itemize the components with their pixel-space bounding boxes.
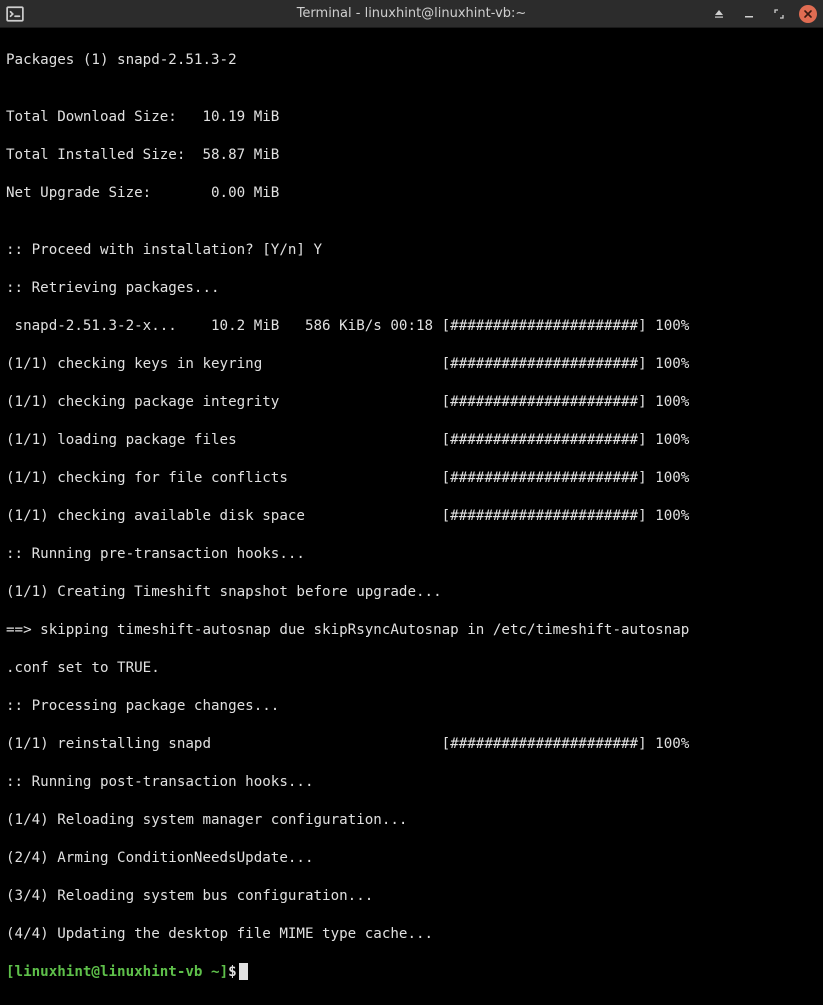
window-title: Terminal - linuxhint@linuxhint-vb:~ bbox=[0, 6, 823, 21]
cursor bbox=[239, 963, 248, 980]
output-line: (1/1) loading package files [###########… bbox=[6, 431, 817, 450]
output-line: (1/4) Reloading system manager configura… bbox=[6, 811, 817, 830]
output-line: Total Installed Size: 58.87 MiB bbox=[6, 146, 817, 165]
output-line: (2/4) Arming ConditionNeedsUpdate... bbox=[6, 849, 817, 868]
prompt-line: [linuxhint@linuxhint-vb ~]$ bbox=[6, 963, 817, 982]
output-line: (1/1) checking package integrity [######… bbox=[6, 393, 817, 412]
titlebar: Terminal - linuxhint@linuxhint-vb:~ bbox=[0, 0, 823, 28]
window-controls bbox=[709, 4, 817, 24]
prompt-user-host: linuxhint@linuxhint-vb bbox=[15, 964, 203, 980]
terminal-output[interactable]: Packages (1) snapd-2.51.3-2 Total Downlo… bbox=[0, 28, 823, 1005]
output-line: (1/1) checking for file conflicts [#####… bbox=[6, 469, 817, 488]
prompt-bracket-close: ] bbox=[220, 964, 229, 980]
minimize-icon[interactable] bbox=[739, 4, 759, 24]
prompt-path: ~ bbox=[211, 964, 220, 980]
output-line: (1/1) checking available disk space [###… bbox=[6, 507, 817, 526]
output-line: Total Download Size: 10.19 MiB bbox=[6, 108, 817, 127]
keep-above-icon[interactable] bbox=[709, 4, 729, 24]
output-line: :: Proceed with installation? [Y/n] Y bbox=[6, 241, 817, 260]
prompt-bracket-open: [ bbox=[6, 964, 15, 980]
output-line: (1/1) Creating Timeshift snapshot before… bbox=[6, 583, 817, 602]
maximize-icon[interactable] bbox=[769, 4, 789, 24]
terminal-app-icon bbox=[6, 5, 24, 23]
output-line: Packages (1) snapd-2.51.3-2 bbox=[6, 51, 817, 70]
output-line: Net Upgrade Size: 0.00 MiB bbox=[6, 184, 817, 203]
close-button[interactable] bbox=[799, 5, 817, 23]
output-line: :: Running post-transaction hooks... bbox=[6, 773, 817, 792]
output-line: (1/1) reinstalling snapd [##############… bbox=[6, 735, 817, 754]
output-line: (1/1) checking keys in keyring [########… bbox=[6, 355, 817, 374]
output-line: .conf set to TRUE. bbox=[6, 659, 817, 678]
output-line: :: Retrieving packages... bbox=[6, 279, 817, 298]
output-line: (4/4) Updating the desktop file MIME typ… bbox=[6, 925, 817, 944]
prompt-symbol: $ bbox=[228, 964, 237, 980]
output-line: snapd-2.51.3-2-x... 10.2 MiB 586 KiB/s 0… bbox=[6, 317, 817, 336]
output-line: :: Running pre-transaction hooks... bbox=[6, 545, 817, 564]
output-line: :: Processing package changes... bbox=[6, 697, 817, 716]
output-line: ==> skipping timeshift-autosnap due skip… bbox=[6, 621, 817, 640]
output-line: (3/4) Reloading system bus configuration… bbox=[6, 887, 817, 906]
